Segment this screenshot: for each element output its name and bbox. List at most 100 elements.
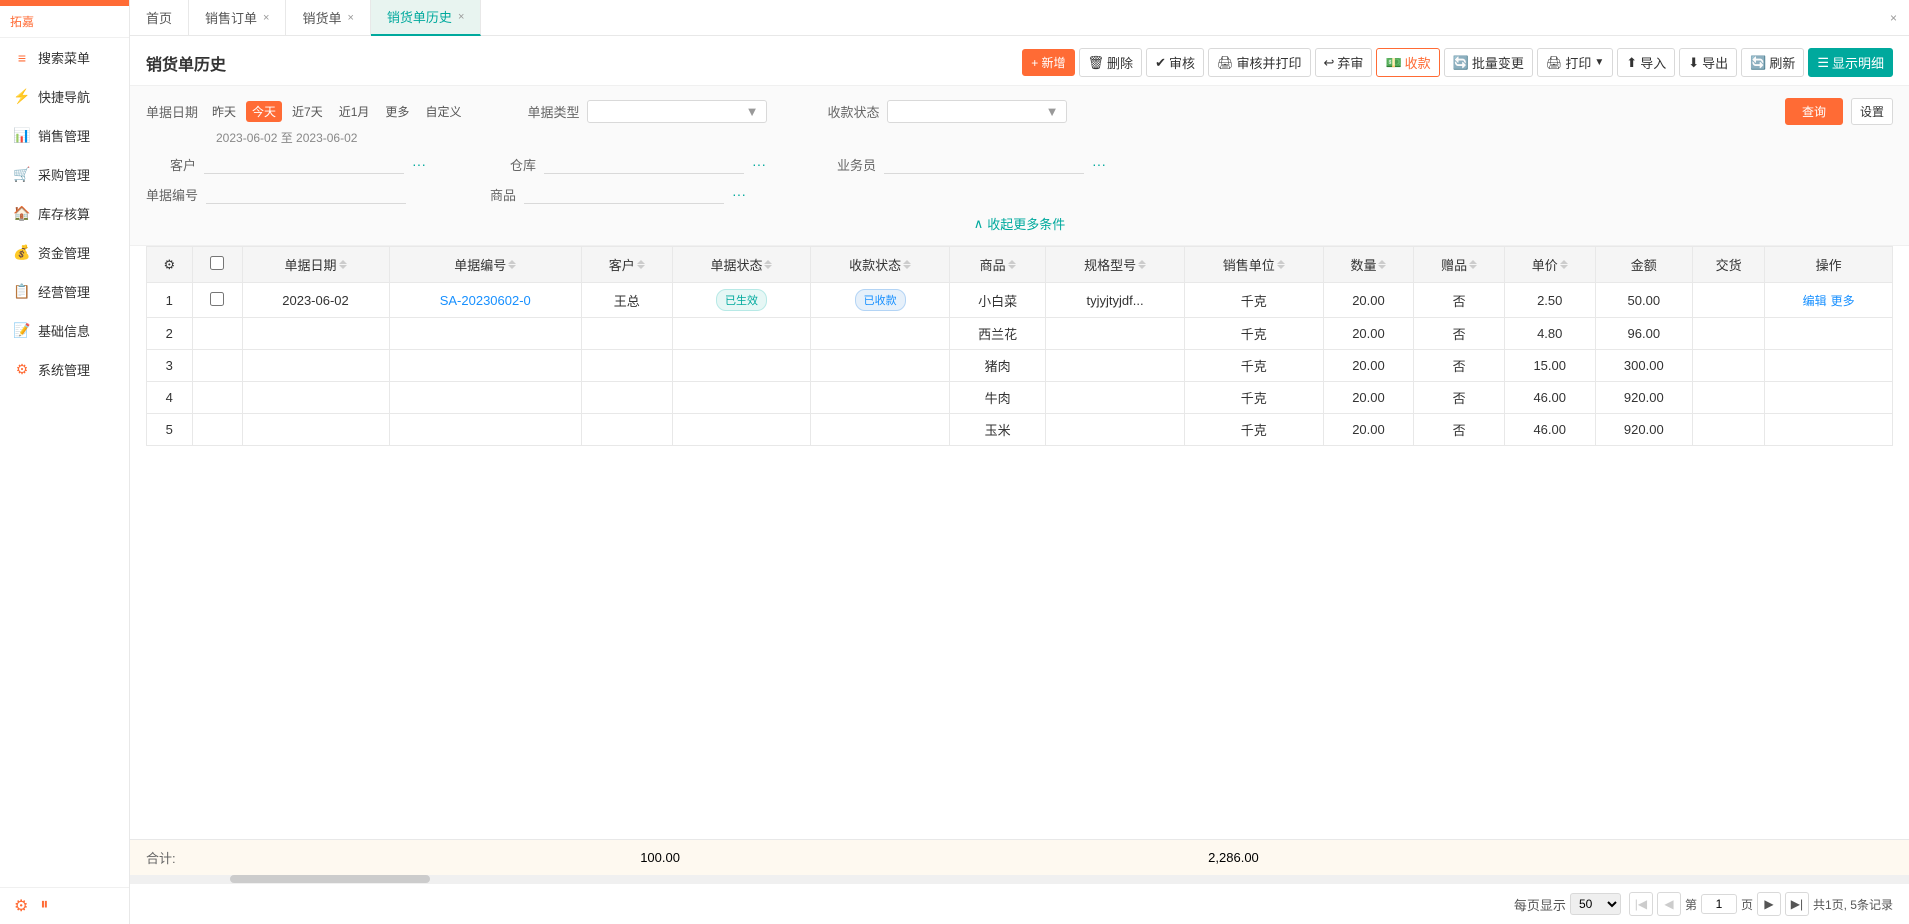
th-payment-status[interactable]: 收款状态 [811,247,950,283]
close-tab-sales-goods[interactable]: × [347,12,353,24]
shortcut-7days[interactable]: 近7天 [286,101,329,122]
scrollbar-thumb[interactable] [230,875,430,883]
sidebar-item-finance[interactable]: 💰 资金管理 [0,233,129,272]
sidebar-pause-icon[interactable]: ⏸ [40,896,48,916]
action-btn-编辑[interactable]: 编辑 [1803,294,1827,308]
cell-actions[interactable] [1765,382,1893,414]
shortcut-more[interactable]: 更多 [379,101,415,122]
th-unit-price[interactable]: 单价 [1504,247,1595,283]
select-all-checkbox[interactable] [210,256,224,270]
gear-icon[interactable]: ⚙ [163,257,175,272]
sidebar-item-basic-info[interactable]: 📝 基础信息 [0,311,129,350]
page-first-btn[interactable]: |◀ [1629,892,1653,916]
sidebar-item-system[interactable]: ⚙ 系统管理 [0,350,129,389]
cell-transaction [1693,350,1765,382]
sort-unitprice-icon [1560,260,1568,269]
settings-filter-button[interactable]: 设置 [1851,98,1893,125]
sidebar-item-sales-mgmt[interactable]: 📊 销售管理 [0,116,129,155]
page-last-btn[interactable]: ▶| [1785,892,1809,916]
collect-button[interactable]: 💵 收款 [1376,48,1439,77]
th-date[interactable]: 单据日期 [242,247,389,283]
doc-type-select[interactable]: ▼ [587,100,767,123]
page-next-btn[interactable]: ▶ [1757,892,1781,916]
close-all-tabs[interactable]: × [1878,11,1909,25]
cell-checkbox[interactable] [192,414,242,446]
scrollbar-track[interactable] [130,875,1909,883]
cell-goods: 玉米 [950,414,1046,446]
sidebar-item-operations[interactable]: 📋 经营管理 [0,272,129,311]
cell-checkbox[interactable] [192,318,242,350]
shortcut-today[interactable]: 今天 [246,101,282,122]
cell-actions[interactable] [1765,350,1893,382]
doc-no-input[interactable] [206,184,406,204]
customer-input[interactable] [204,154,404,174]
batch-change-button[interactable]: 🔄 批量变更 [1444,48,1533,77]
cell-checkbox[interactable] [192,283,242,318]
cell-customer [581,318,672,350]
th-gear[interactable]: ⚙ [147,247,193,283]
query-button[interactable]: 查询 [1785,98,1843,125]
staff-input[interactable] [884,154,1084,174]
th-sales-unit[interactable]: 销售单位 [1184,247,1323,283]
shortcut-yesterday[interactable]: 昨天 [206,101,242,122]
doc-no-link[interactable]: SA-20230602-0 [440,293,531,308]
sidebar-settings-icon[interactable]: ⚙ [14,896,28,916]
refresh-button[interactable]: 🔄 刷新 [1741,48,1804,77]
th-quantity[interactable]: 数量 [1323,247,1414,283]
doc-type-label: 单据类型 [527,102,579,121]
delete-button[interactable]: 🗑 删除 [1079,48,1143,77]
th-customer[interactable]: 客户 [581,247,672,283]
th-spec[interactable]: 规格型号 [1046,247,1185,283]
sidebar-item-purchase-mgmt[interactable]: 🛒 采购管理 [0,155,129,194]
th-doc-no[interactable]: 单据编号 [389,247,581,283]
tab-home[interactable]: 首页 [130,0,189,36]
customer-more-btn[interactable]: ··· [412,156,426,172]
close-tab-sales-order[interactable]: × [263,12,269,24]
collapse-btn[interactable]: ∧ 收起更多条件 [974,214,1066,233]
abandon-button[interactable]: ↩ 弃审 [1315,48,1373,77]
tab-sales-goods[interactable]: 销货单 × [286,0,370,36]
page-current-input[interactable] [1701,894,1737,914]
purchase-mgmt-icon: 🛒 [14,167,30,183]
cell-checkbox[interactable] [192,350,242,382]
action-btn-更多[interactable]: 更多 [1831,294,1855,308]
cell-quantity: 20.00 [1323,382,1414,414]
goods-input[interactable] [524,184,724,204]
sidebar-item-search-menu[interactable]: ≡ 搜索菜单 [0,38,129,77]
sidebar-item-inventory[interactable]: 🏠 库存核算 [0,194,129,233]
cell-actions[interactable] [1765,318,1893,350]
cell-doc-no[interactable]: SA-20230602-0 [389,283,581,318]
th-goods[interactable]: 商品 [950,247,1046,283]
close-tab-sales-history[interactable]: × [458,11,464,23]
page-prev-btn[interactable]: ◀ [1657,892,1681,916]
audit-print-button[interactable]: 🖨 审核并打印 [1208,48,1311,77]
cell-spec [1046,414,1185,446]
payment-status-badge: 已收款 [855,289,906,311]
row-checkbox[interactable] [210,292,224,306]
print-button[interactable]: 🖨 打印 ▼ [1537,48,1613,77]
shortcut-1month[interactable]: 近1月 [333,101,376,122]
cell-actions[interactable] [1765,414,1893,446]
cell-unit-price: 15.00 [1504,350,1595,382]
cell-checkbox[interactable] [192,382,242,414]
show-detail-button[interactable]: ☰ 显示明细 [1808,48,1893,77]
page-size-select[interactable]: 50 100 200 [1570,893,1621,915]
audit-button[interactable]: ✔ 审核 [1146,48,1204,77]
tab-sales-history[interactable]: 销货单历史 × [371,0,481,36]
warehouse-more-btn[interactable]: ··· [752,156,766,172]
cell-actions[interactable]: 编辑更多 [1765,283,1893,318]
filter-row-2: 客户 ··· 仓库 ··· 业务员 ··· [146,154,1893,174]
shortcut-custom[interactable]: 自定义 [419,101,467,122]
th-doc-status[interactable]: 单据状态 [672,247,811,283]
goods-more-btn[interactable]: ··· [732,186,746,202]
warehouse-input[interactable] [544,154,744,174]
tab-sales-order[interactable]: 销售订单 × [189,0,286,36]
cell-date [242,414,389,446]
sidebar-item-quick-nav[interactable]: ⚡ 快捷导航 [0,77,129,116]
new-button[interactable]: + 新增 [1022,49,1074,76]
staff-more-btn[interactable]: ··· [1092,156,1106,172]
export-button[interactable]: ⬇ 导出 [1679,48,1737,77]
th-gift[interactable]: 赠品 [1414,247,1505,283]
import-button[interactable]: ⬆ 导入 [1617,48,1675,77]
payment-status-select[interactable]: ▼ [887,100,1067,123]
